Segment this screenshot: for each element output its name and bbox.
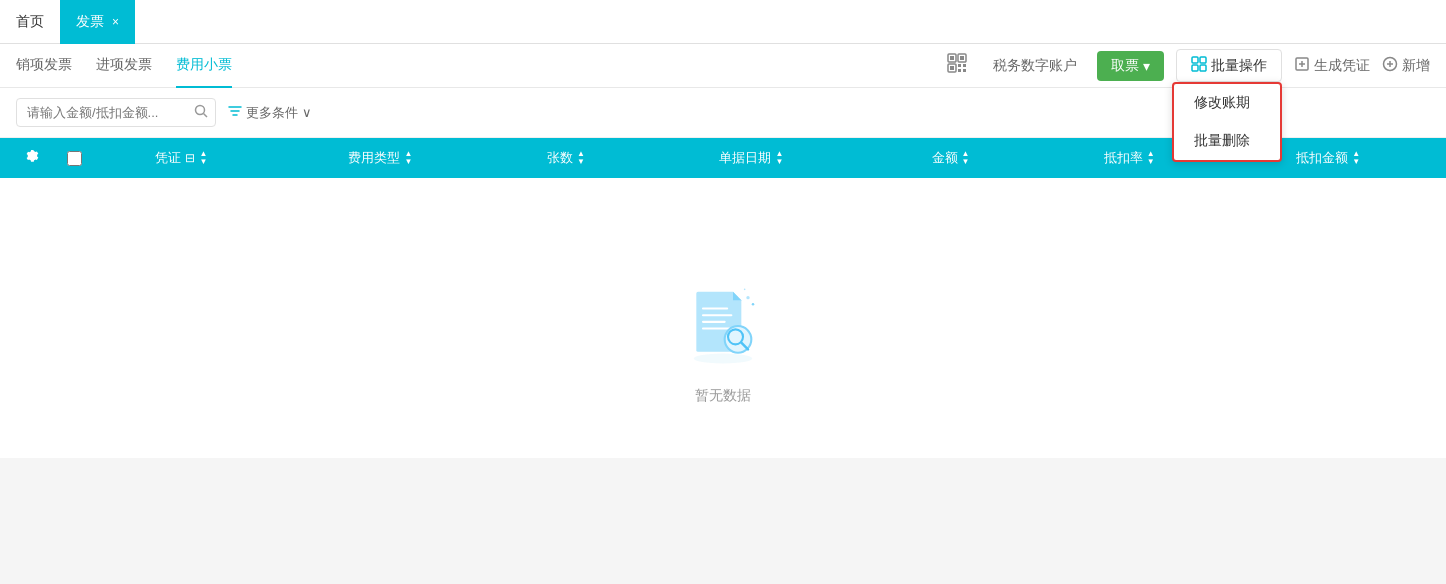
svg-point-20 [196, 106, 205, 115]
svg-rect-6 [958, 64, 961, 67]
sub-tabs-bar: 销项发票 进项发票 费用小票 [0, 44, 1446, 88]
batch-op-icon [1191, 56, 1207, 75]
search-input-wrap [16, 98, 216, 127]
deduct-rate-sort[interactable]: ▲▼ [1147, 150, 1155, 166]
checkbox-col-header[interactable] [56, 151, 92, 166]
filter-button[interactable]: 更多条件 ∨ [228, 104, 312, 122]
batch-op-button[interactable]: 批量操作 [1176, 49, 1282, 82]
new-icon [1382, 56, 1398, 75]
empty-state: 暂无数据 [0, 178, 1446, 458]
expense-type-col-header[interactable]: 费用类型 ▲▼ [271, 149, 490, 167]
settings-icon [24, 149, 40, 168]
svg-point-32 [744, 289, 746, 291]
search-icon[interactable] [194, 104, 208, 121]
svg-rect-11 [1200, 57, 1206, 63]
invoice-tab-label: 发票 [76, 13, 104, 31]
svg-rect-10 [1192, 57, 1198, 63]
filter-icon [228, 104, 242, 121]
svg-rect-9 [963, 69, 966, 72]
svg-rect-1 [950, 56, 954, 60]
sub-tabs-left: 销项发票 进项发票 费用小票 [16, 44, 232, 88]
tax-digital-button[interactable]: 税务数字账户 [985, 57, 1085, 75]
batch-op-wrapper: 批量操作 修改账期 批量删除 [1176, 49, 1282, 82]
expense-type-sort[interactable]: ▲▼ [404, 150, 412, 166]
svg-point-30 [746, 296, 749, 299]
count-col-header[interactable]: 张数 ▲▼ [490, 149, 642, 167]
take-invoice-button[interactable]: 取票 ▾ [1097, 51, 1164, 81]
tab-expense[interactable]: 费用小票 [176, 44, 232, 88]
invoice-tab[interactable]: 发票 × [60, 0, 135, 44]
top-nav: 首页 发票 × [0, 0, 1446, 44]
date-col-header[interactable]: 单据日期 ▲▼ [642, 149, 861, 167]
search-input[interactable] [16, 98, 216, 127]
voucher-icon: ⊟ [185, 151, 195, 165]
batch-delete-item[interactable]: 批量删除 [1174, 122, 1280, 160]
home-tab[interactable]: 首页 [0, 13, 60, 31]
settings-col-header[interactable] [8, 149, 56, 168]
batch-op-dropdown: 修改账期 批量删除 [1172, 82, 1282, 162]
deduct-amount-sort[interactable]: ▲▼ [1352, 150, 1360, 166]
qr-icon-button[interactable] [941, 50, 973, 82]
amount-col-header[interactable]: 金额 ▲▼ [861, 149, 1040, 167]
new-button[interactable]: 新增 [1382, 56, 1430, 75]
filter-arrow-icon: ∨ [302, 105, 312, 120]
empty-text: 暂无数据 [695, 387, 751, 405]
gen-voucher-button[interactable]: 生成凭证 [1294, 56, 1370, 75]
svg-rect-12 [1192, 65, 1198, 71]
svg-rect-3 [960, 56, 964, 60]
invoice-tab-close[interactable]: × [112, 15, 119, 29]
voucher-sort[interactable]: ▲▼ [199, 150, 207, 166]
tab-sales[interactable]: 销项发票 [16, 44, 72, 88]
svg-point-31 [752, 303, 755, 306]
toolbar: 税务数字账户 取票 ▾ 批量操作 修改账期 [941, 49, 1430, 82]
svg-rect-13 [1200, 65, 1206, 71]
select-all-checkbox[interactable] [67, 151, 82, 166]
count-sort[interactable]: ▲▼ [577, 150, 585, 166]
svg-line-21 [204, 114, 208, 118]
svg-rect-5 [950, 66, 954, 70]
empty-illustration [673, 271, 773, 371]
date-sort[interactable]: ▲▼ [775, 150, 783, 166]
svg-rect-7 [963, 64, 966, 67]
svg-point-22 [694, 354, 752, 364]
tab-input[interactable]: 进项发票 [96, 44, 152, 88]
qr-icon [946, 52, 968, 79]
amount-sort[interactable]: ▲▼ [962, 150, 970, 166]
voucher-col-header[interactable]: 凭证 ⊟ ▲▼ [92, 149, 271, 167]
gen-voucher-icon [1294, 56, 1310, 75]
modify-period-item[interactable]: 修改账期 [1174, 84, 1280, 122]
svg-rect-8 [958, 69, 961, 72]
